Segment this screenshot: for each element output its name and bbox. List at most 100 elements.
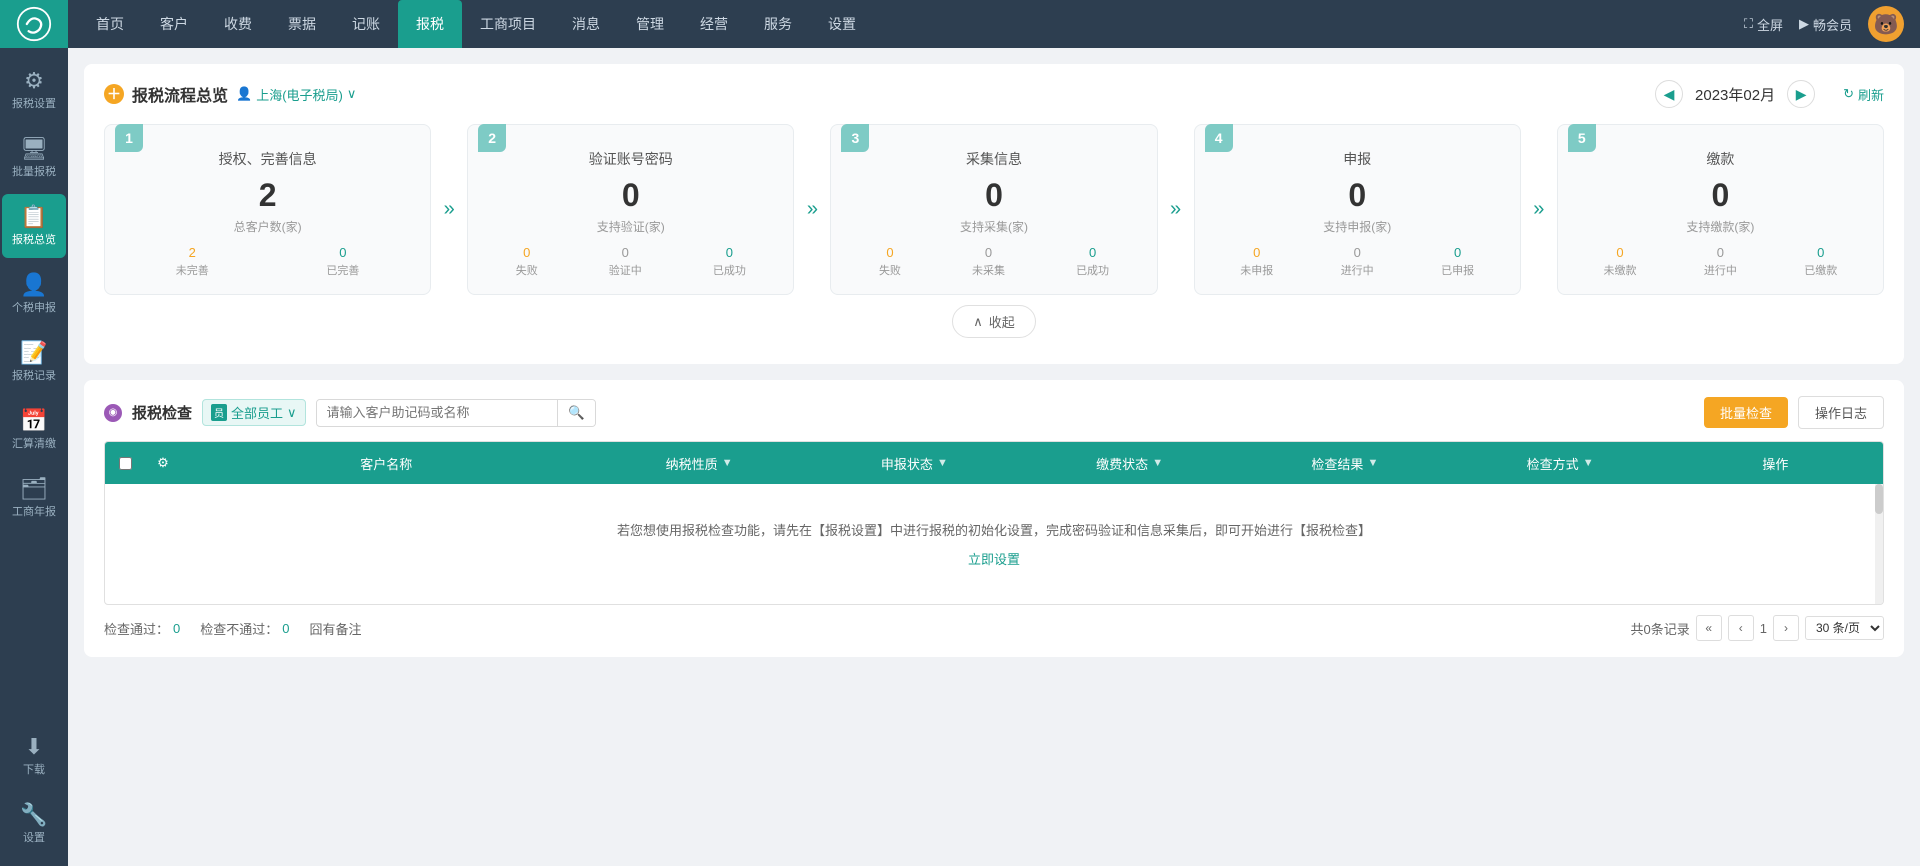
first-page-button[interactable]: «: [1696, 615, 1722, 641]
step-4-stat-1-label: 未申报: [1240, 262, 1273, 278]
sidebar-item-annual-settle[interactable]: 📅 汇算清缴: [2, 398, 66, 462]
sidebar-item-tax-settings[interactable]: ⚙ 报税设置: [2, 58, 66, 122]
fail-count[interactable]: 0: [282, 621, 289, 636]
step-1-stat-2-label: 已完善: [326, 262, 359, 278]
step-1-title: 授权、完善信息: [117, 149, 418, 169]
location-selector[interactable]: 👤 上海(电子税局) ∨: [236, 85, 356, 104]
pass-stat: 检查通过： 0: [104, 619, 180, 638]
search-input[interactable]: [317, 400, 557, 425]
sidebar-settings[interactable]: 🔧 设置: [2, 792, 66, 856]
select-all-checkbox[interactable]: [119, 457, 132, 470]
step-3: 3 采集信息 0 支持采集(家) 0 失败 0 未采集: [830, 124, 1157, 295]
step-5-title: 缴款: [1570, 149, 1871, 169]
table-body: 若您想使用报税检查功能，请先在【报税设置】中进行报税的初始化设置，完成密码验证和…: [105, 484, 1883, 604]
th-checkbox[interactable]: [105, 457, 145, 470]
sidebar-item-tax-record[interactable]: 📝 报税记录: [2, 330, 66, 394]
prev-month-button[interactable]: ◀: [1655, 80, 1683, 108]
step-1-number: 1: [115, 124, 143, 152]
step-1-stat-1-num: 2: [189, 245, 196, 260]
step-3-sublabel: 支持采集(家): [843, 218, 1144, 235]
check-result-filter-icon[interactable]: ▼: [1367, 457, 1378, 469]
th-gear[interactable]: ⚙: [145, 455, 181, 471]
table-scrollbar[interactable]: [1875, 484, 1883, 604]
process-overview-card: ＋ 报税流程总览 👤 上海(电子税局) ∨ ◀ 2023年02月 ▶ ↻ 刷新: [84, 64, 1904, 364]
th-check-result: 检查结果 ▼: [1237, 454, 1452, 473]
current-page: 1: [1760, 621, 1767, 636]
nav-fee[interactable]: 收费: [206, 0, 270, 48]
step-4-stat-1: 0 未申报: [1240, 245, 1273, 278]
pass-count[interactable]: 0: [173, 621, 180, 636]
total-records: 共0条记录: [1631, 619, 1690, 638]
fullscreen-button[interactable]: ⛶ 全屏: [1744, 15, 1783, 34]
current-date: 2023年02月: [1695, 84, 1775, 105]
nav-operation[interactable]: 经营: [682, 0, 746, 48]
step-4-number: 4: [1205, 124, 1233, 152]
nav-accounting[interactable]: 记账: [334, 0, 398, 48]
nav-right-area: ⛶ 全屏 ▶ 畅会员 🐻: [1744, 6, 1920, 42]
annual-settle-icon: 📅: [20, 408, 47, 434]
nav-tax[interactable]: 报税: [398, 0, 462, 48]
sidebar-item-batch-tax[interactable]: 🖥 批量报税: [2, 126, 66, 190]
th-operation: 操作: [1668, 454, 1883, 473]
sidebar-label-personal-tax: 个税申报: [12, 302, 56, 315]
refresh-button[interactable]: ↻ 刷新: [1843, 85, 1884, 104]
top-navigation: 首页 客户 收费 票据 记账 报税 工商项目 消息 管理 经营 服务 设置 ⛶ …: [0, 0, 1920, 48]
pay-status-filter-icon[interactable]: ▼: [1152, 457, 1163, 469]
setup-link[interactable]: 立即设置: [968, 549, 1020, 568]
nav-business[interactable]: 工商项目: [462, 0, 554, 48]
search-button[interactable]: 🔍: [557, 400, 595, 426]
scrollbar-thumb: [1875, 484, 1883, 514]
step-3-stat-2-num: 0: [985, 245, 992, 260]
nav-home[interactable]: 首页: [78, 0, 142, 48]
card-header: ＋ 报税流程总览 👤 上海(电子税局) ∨ ◀ 2023年02月 ▶ ↻ 刷新: [104, 80, 1884, 108]
collapse-button[interactable]: ∧ 收起: [952, 305, 1036, 338]
logo[interactable]: [0, 0, 68, 48]
nav-customer[interactable]: 客户: [142, 0, 206, 48]
sidebar-label-batch-tax: 批量报税: [12, 166, 56, 179]
note-label: 囧有备注: [310, 619, 362, 638]
location-label: 上海(电子税局): [256, 85, 343, 104]
step-5-number: 5: [1568, 124, 1596, 152]
step-5-stat-1: 0 未缴款: [1604, 245, 1637, 278]
add-icon: ＋: [104, 84, 124, 104]
fail-label: 检查不通过：: [200, 619, 278, 638]
step-1-stat-1: 2 未完善: [176, 245, 209, 278]
refresh-label: 刷新: [1858, 85, 1884, 104]
sidebar-item-tax-overview[interactable]: 📋 报税总览: [2, 194, 66, 258]
next-month-button[interactable]: ▶: [1787, 80, 1815, 108]
page-size-select[interactable]: 30 条/页: [1805, 616, 1884, 640]
nav-settings[interactable]: 设置: [810, 0, 874, 48]
nav-items: 首页 客户 收费 票据 记账 报税 工商项目 消息 管理 经营 服务 设置: [68, 0, 1744, 48]
staff-filter[interactable]: 员 全部员工 ∨: [202, 399, 306, 426]
prev-page-button[interactable]: ‹: [1728, 615, 1754, 641]
check-method-filter-icon[interactable]: ▼: [1583, 457, 1594, 469]
step-5-stat-3-label: 已缴款: [1804, 262, 1837, 278]
sidebar-download[interactable]: ⬇ 下载: [2, 724, 66, 788]
declare-status-filter-icon[interactable]: ▼: [937, 457, 948, 469]
step-2-number: 2: [478, 124, 506, 152]
tax-type-filter-icon[interactable]: ▼: [722, 457, 733, 469]
th-declare-status: 申报状态 ▼: [807, 454, 1022, 473]
nav-manage[interactable]: 管理: [618, 0, 682, 48]
tax-record-icon: 📝: [20, 340, 47, 366]
sidebar-item-business-annual[interactable]: 🗂 工商年报: [2, 466, 66, 530]
download-icon: ⬇: [25, 734, 43, 760]
process-title: 报税流程总览: [132, 82, 228, 106]
nav-invoice[interactable]: 票据: [270, 0, 334, 48]
operation-log-button[interactable]: 操作日志: [1798, 396, 1884, 429]
nav-service[interactable]: 服务: [746, 0, 810, 48]
step-3-stat-3: 0 已成功: [1076, 245, 1109, 278]
sidebar-item-personal-tax[interactable]: 👤 个税申报: [2, 262, 66, 326]
user-avatar[interactable]: 🐻: [1868, 6, 1904, 42]
step-5-stats: 0 未缴款 0 进行中 0 已缴款: [1570, 245, 1871, 278]
batch-check-button[interactable]: 批量检查: [1704, 397, 1788, 428]
step-5-count: 0: [1570, 177, 1871, 214]
step-2-stat-2-num: 0: [622, 245, 629, 260]
nav-message[interactable]: 消息: [554, 0, 618, 48]
step-5-stat-1-num: 0: [1616, 245, 1623, 260]
note-stat: 囧有备注: [310, 619, 362, 638]
step-5-stat-2-label: 进行中: [1704, 262, 1737, 278]
step-4-stats: 0 未申报 0 进行中 0 已申报: [1207, 245, 1508, 278]
member-button[interactable]: ▶ 畅会员: [1799, 15, 1852, 34]
next-page-button[interactable]: ›: [1773, 615, 1799, 641]
